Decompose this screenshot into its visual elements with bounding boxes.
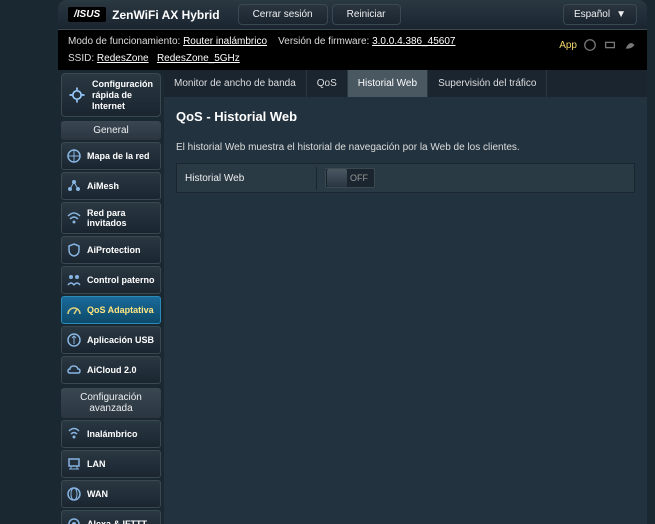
- signal-icon: [66, 426, 82, 442]
- top-bar: /ISUS ZenWiFi AX Hybrid Cerrar sesión Re…: [58, 0, 647, 30]
- globe-icon: [66, 148, 82, 164]
- tab-qos[interactable]: QoS: [307, 70, 348, 97]
- sidebar-item-parental[interactable]: Control paterno: [61, 266, 161, 294]
- toggle-state-label: OFF: [350, 173, 368, 183]
- webhistory-row: Historial Web OFF: [176, 163, 635, 193]
- reboot-button[interactable]: Reiniciar: [332, 4, 401, 25]
- page-title: QoS - Historial Web: [176, 109, 635, 132]
- firmware-label: Versión de firmware:: [278, 36, 369, 47]
- sidebar-item-label: Mapa de la red: [87, 151, 150, 161]
- asus-logo: /ISUS: [68, 7, 106, 22]
- tab-traffic[interactable]: Supervisión del tráfico: [428, 70, 547, 97]
- leaf-icon[interactable]: [623, 38, 637, 52]
- sidebar-item-guest[interactable]: Red para invitados: [61, 202, 161, 234]
- tab-bar: Monitor de ancho de banda QoS Historial …: [164, 70, 647, 97]
- gear-arrow-icon: [67, 85, 87, 105]
- language-label: Español: [574, 9, 610, 20]
- sidebar-item-aiprotection[interactable]: AiProtection: [61, 236, 161, 264]
- sidebar-item-qos[interactable]: QoS Adaptativa: [61, 296, 161, 324]
- mode-label: Modo de funcionamiento:: [68, 36, 180, 47]
- sidebar-item-wireless[interactable]: Inalámbrico: [61, 420, 161, 448]
- webhistory-toggle[interactable]: OFF: [325, 168, 375, 188]
- quick-setup-label: Configuración rápida de Internet: [92, 79, 155, 111]
- tab-bandwidth[interactable]: Monitor de ancho de banda: [164, 70, 307, 97]
- sidebar-item-label: Control paterno: [87, 275, 155, 285]
- tab-webhistory[interactable]: Historial Web: [348, 70, 428, 97]
- sidebar-item-aimesh[interactable]: AiMesh: [61, 172, 161, 200]
- shield-icon: [66, 242, 82, 258]
- language-selector[interactable]: Español ▼: [563, 4, 637, 25]
- sidebar-item-lan[interactable]: LAN: [61, 450, 161, 478]
- link-icon[interactable]: [583, 38, 597, 52]
- wan-icon: [66, 486, 82, 502]
- section-general-header: General: [61, 121, 161, 140]
- voice-icon: [66, 516, 82, 524]
- section-advanced-header: Configuración avanzada: [61, 388, 161, 418]
- firmware-value-link[interactable]: 3.0.0.4.386_45607: [372, 36, 455, 47]
- info-bar: Modo de funcionamiento: Router inalámbri…: [58, 30, 647, 70]
- status-icon[interactable]: [603, 38, 617, 52]
- mesh-icon: [66, 178, 82, 194]
- sidebar-item-label: Aplicación USB: [87, 335, 154, 345]
- mode-value-link[interactable]: Router inalámbrico: [183, 36, 267, 47]
- usb-icon: [66, 332, 82, 348]
- sidebar-item-label: LAN: [87, 459, 106, 469]
- app-link[interactable]: App: [559, 40, 577, 51]
- sidebar-item-label: AiMesh: [87, 181, 119, 191]
- sidebar-item-usb[interactable]: Aplicación USB: [61, 326, 161, 354]
- lan-icon: [66, 456, 82, 472]
- sidebar-item-wan[interactable]: WAN: [61, 480, 161, 508]
- quick-setup-button[interactable]: Configuración rápida de Internet: [61, 73, 161, 117]
- people-icon: [66, 272, 82, 288]
- gauge-icon: [66, 302, 82, 318]
- sidebar-item-alexa[interactable]: Alexa & IFTTT: [61, 510, 161, 524]
- sidebar-item-label: Alexa & IFTTT: [87, 519, 147, 524]
- sidebar-item-label: QoS Adaptativa: [87, 305, 154, 315]
- page-description: El historial Web muestra el historial de…: [176, 142, 635, 153]
- model-name: ZenWiFi AX Hybrid: [112, 8, 219, 22]
- sidebar: Configuración rápida de Internet General…: [58, 70, 164, 524]
- ssid-label: SSID:: [68, 53, 94, 64]
- sidebar-item-label: Inalámbrico: [87, 429, 138, 439]
- logout-button[interactable]: Cerrar sesión: [238, 4, 328, 25]
- ssid2-link[interactable]: RedesZone_5GHz: [157, 53, 240, 64]
- sidebar-item-label: WAN: [87, 489, 108, 499]
- sidebar-item-label: Red para invitados: [87, 208, 156, 228]
- sidebar-item-aicloud[interactable]: AiCloud 2.0: [61, 356, 161, 384]
- sidebar-item-label: AiCloud 2.0: [87, 365, 137, 375]
- ssid1-link[interactable]: RedesZone: [97, 53, 149, 64]
- cloud-icon: [66, 362, 82, 378]
- wifi-icon: [66, 210, 82, 226]
- toggle-knob: [327, 169, 347, 187]
- sidebar-item-netmap[interactable]: Mapa de la red: [61, 142, 161, 170]
- webhistory-label: Historial Web: [177, 167, 317, 190]
- chevron-down-icon: ▼: [616, 9, 626, 20]
- main-content: Monitor de ancho de banda QoS Historial …: [164, 70, 647, 524]
- sidebar-item-label: AiProtection: [87, 245, 141, 255]
- brand: /ISUS ZenWiFi AX Hybrid: [68, 7, 220, 22]
